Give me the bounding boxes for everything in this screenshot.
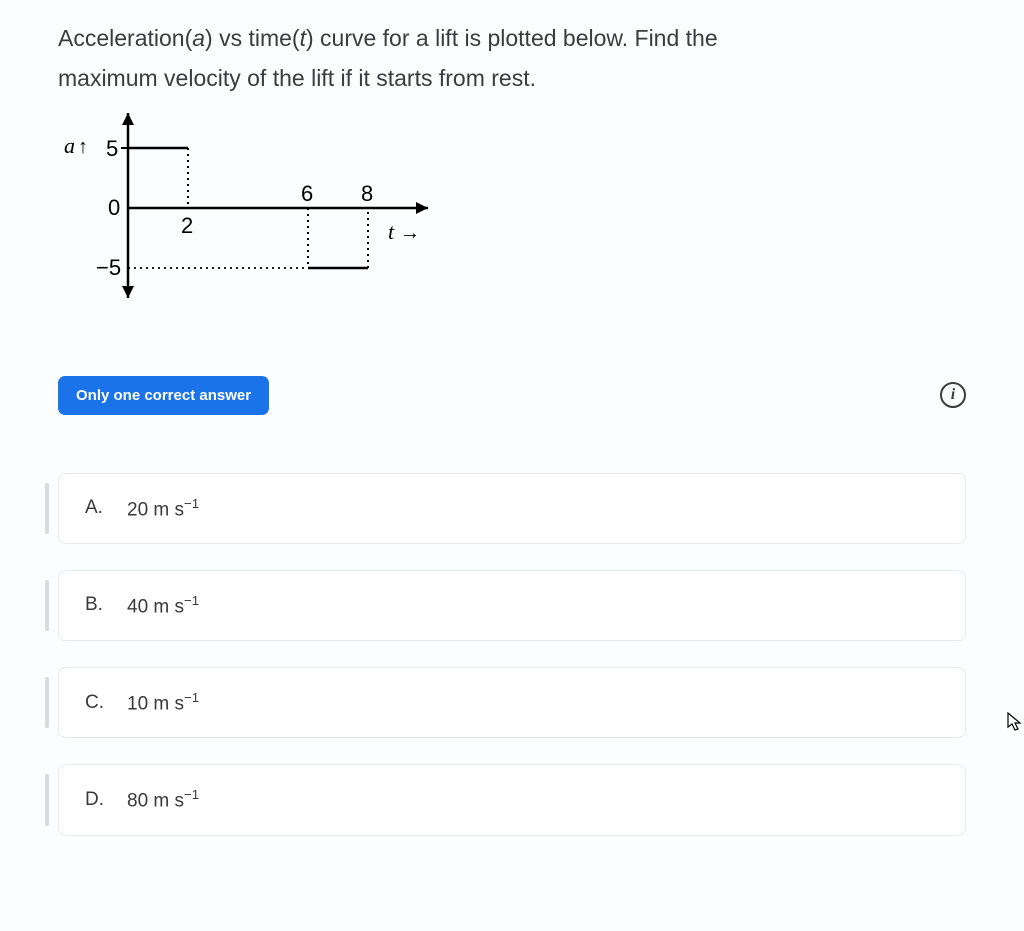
q-line1-pre: Acceleration( — [58, 25, 192, 51]
y-axis-label: a — [64, 133, 75, 158]
origin-0: 0 — [108, 195, 120, 220]
options-list: A. 20 m s−1 B. 40 m s−1 C. 10 m s−1 D. 8… — [58, 473, 1006, 836]
x-tick-2: 2 — [181, 213, 193, 238]
x-tick-6: 6 — [301, 181, 313, 206]
question-text: Acceleration(a) vs time(t) curve for a l… — [58, 18, 938, 99]
option-accent — [45, 774, 49, 825]
y-axis-arrow-icon: ↑ — [78, 136, 88, 158]
option-value: 80 m s−1 — [127, 787, 199, 812]
chart-acceleration-vs-time: 5 0 −5 2 6 8 a ↑ t → — [58, 113, 458, 308]
answer-mode-badge: Only one correct answer — [58, 376, 269, 415]
option-value: 40 m s−1 — [127, 593, 199, 618]
y-tick-neg5: −5 — [96, 255, 121, 280]
option-d[interactable]: D. 80 m s−1 — [58, 764, 966, 835]
option-key: D. — [85, 789, 127, 811]
x-axis-label: t — [388, 219, 395, 244]
option-value: 10 m s−1 — [127, 690, 199, 715]
x-tick-8: 8 — [361, 181, 373, 206]
option-key: A. — [85, 497, 127, 519]
option-key: B. — [85, 594, 127, 616]
y-tick-5: 5 — [106, 136, 118, 161]
option-b[interactable]: B. 40 m s−1 — [58, 570, 966, 641]
option-value: 20 m s−1 — [127, 496, 199, 521]
q-var-a: a — [192, 25, 205, 51]
option-c[interactable]: C. 10 m s−1 — [58, 667, 966, 738]
option-accent — [45, 483, 49, 534]
option-a[interactable]: A. 20 m s−1 — [58, 473, 966, 544]
option-accent — [45, 580, 49, 631]
option-key: C. — [85, 692, 127, 714]
q-line2: maximum velocity of the lift if it start… — [58, 65, 536, 91]
info-icon[interactable]: i — [940, 382, 966, 408]
option-accent — [45, 677, 49, 728]
q-line1-mid: ) vs time( — [205, 25, 300, 51]
q-line1-post: ) curve for a lift is plotted below. Fin… — [306, 25, 718, 51]
x-axis-arrow-icon: → — [400, 222, 420, 244]
